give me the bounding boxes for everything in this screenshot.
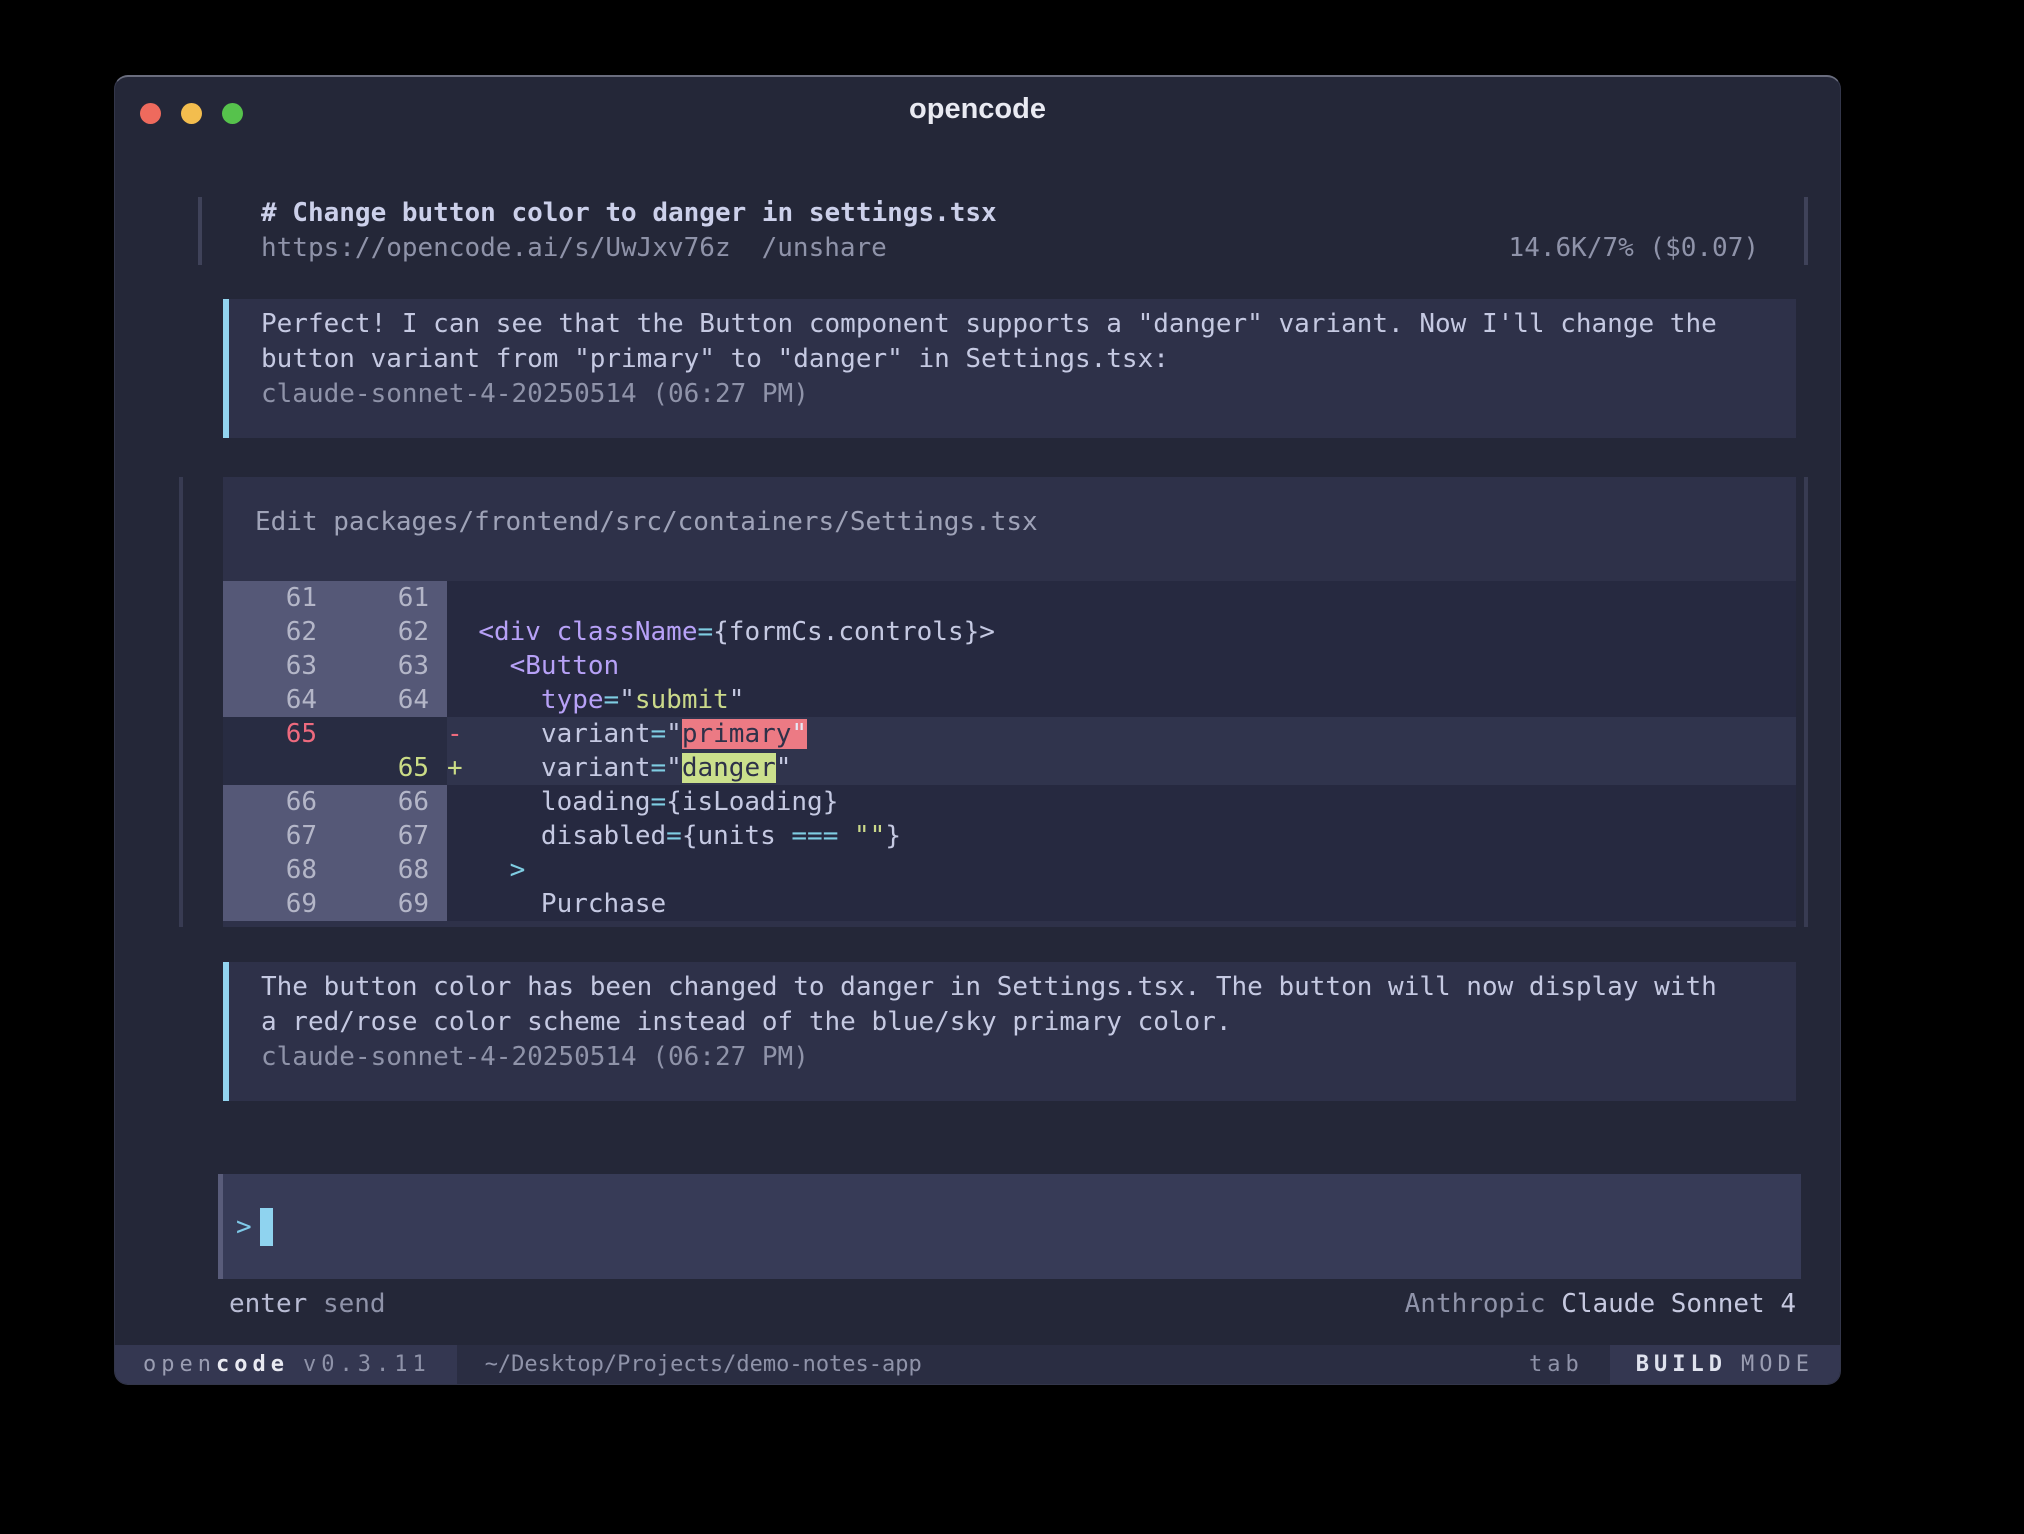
- message-line: The button color has been changed to dan…: [261, 970, 1796, 1005]
- prompt-symbol: >: [236, 1212, 252, 1242]
- diff-rows: 61616262 <div className={formCs.controls…: [223, 581, 1796, 921]
- diff-line-number-old: 66: [223, 785, 335, 819]
- opencode-window: opencode # Change button color to danger…: [114, 75, 1841, 1385]
- edit-file-path: packages/frontend/src/containers/Setting…: [333, 507, 1037, 537]
- mode-primary: BUILD: [1636, 1352, 1727, 1377]
- mode-secondary: MODE: [1741, 1352, 1814, 1377]
- titlebar: opencode: [115, 77, 1840, 133]
- model-info: Anthropic Claude Sonnet 4: [1405, 1287, 1796, 1322]
- app-name-bold: code: [216, 1352, 289, 1377]
- diff-line-number-old: 62: [223, 615, 335, 649]
- diff-line-number-old: 69: [223, 887, 335, 921]
- diff-code-line: [447, 581, 1796, 615]
- window-title: opencode: [115, 93, 1840, 126]
- message-meta: claude-sonnet-4-20250514 (06:27 PM): [261, 1040, 1796, 1075]
- status-bar: opencode v0.3.11 ~/Desktop/Projects/demo-…: [115, 1345, 1840, 1384]
- diff-code-line: - variant="primary": [447, 717, 1796, 751]
- footer-hints: enter send Anthropic Claude Sonnet 4: [229, 1287, 1796, 1322]
- diff-line-number-new: 66: [335, 785, 447, 819]
- diff-code-line: loading={isLoading}: [447, 785, 1796, 819]
- working-directory: ~/Desktop/Projects/demo-notes-app: [485, 1352, 922, 1377]
- diff-line-number-old: [223, 751, 335, 785]
- diff-line-number-old: 68: [223, 853, 335, 887]
- diff-line-number-new: 69: [335, 887, 447, 921]
- header-left-divider: [198, 197, 202, 265]
- token-usage: 14.6K/7% ($0.07): [1509, 231, 1759, 266]
- app-name-normal: open: [143, 1352, 216, 1377]
- diff-code-line: >: [447, 853, 1796, 887]
- assistant-message: The button color has been changed to dan…: [223, 962, 1796, 1101]
- session-title: # Change button color to danger in setti…: [261, 196, 997, 231]
- diff-line-number-new: 65: [335, 751, 447, 785]
- diff-line-number-new: 68: [335, 853, 447, 887]
- diff-line-number-new: 67: [335, 819, 447, 853]
- tab-key-hint[interactable]: tab: [1529, 1352, 1584, 1377]
- edit-block-right-rail: [1804, 477, 1808, 927]
- mode-segment[interactable]: BUILD MODE: [1610, 1345, 1840, 1384]
- diff-row: 6161: [223, 581, 1796, 615]
- app-version-segment: opencode v0.3.11: [115, 1345, 457, 1384]
- prompt-input[interactable]: >: [223, 1174, 1801, 1279]
- diff-row: 65 - variant="primary": [223, 717, 1796, 751]
- text-cursor: [260, 1208, 273, 1246]
- diff-row: 6262 <div className={formCs.controls}>: [223, 615, 1796, 649]
- unshare-command[interactable]: /unshare: [762, 233, 887, 263]
- enter-key-hint: enter: [229, 1289, 307, 1319]
- diff-row: 6868 >: [223, 853, 1796, 887]
- edit-tool-block: Edit packages/frontend/src/containers/Se…: [223, 477, 1796, 927]
- diff-line-number-old: 64: [223, 683, 335, 717]
- edit-action-label: Edit: [255, 507, 333, 537]
- message-line: button variant from "primary" to "danger…: [261, 342, 1796, 377]
- assistant-message: Perfect! I can see that the Button compo…: [223, 299, 1796, 438]
- session-header: # Change button color to danger in setti…: [261, 196, 997, 266]
- send-action-label: send: [323, 1289, 386, 1319]
- diff-line-number-old: 67: [223, 819, 335, 853]
- diff-row: 6767 disabled={units === ""}: [223, 819, 1796, 853]
- app-version: v0.3.11: [303, 1352, 431, 1377]
- edit-block-left-rail: [179, 477, 183, 927]
- header-right-divider: [1804, 197, 1808, 265]
- message-line: a red/rose color scheme instead of the b…: [261, 1005, 1796, 1040]
- diff-code-line: Purchase: [447, 887, 1796, 921]
- diff-line-number-old: 65: [223, 717, 335, 751]
- message-meta: claude-sonnet-4-20250514 (06:27 PM): [261, 377, 1796, 412]
- edit-tool-header: Edit packages/frontend/src/containers/Se…: [223, 477, 1796, 540]
- provider-name: Anthropic: [1405, 1289, 1546, 1319]
- diff-code-line: disabled={units === ""}: [447, 819, 1796, 853]
- diff-code-line: + variant="danger": [447, 751, 1796, 785]
- diff-row: 6666 loading={isLoading}: [223, 785, 1796, 819]
- diff-row: 6464 type="submit": [223, 683, 1796, 717]
- session-share-line: https://opencode.ai/s/UwJxv76z/unshare: [261, 231, 997, 266]
- diff-code-line: <div className={formCs.controls}>: [447, 615, 1796, 649]
- diff-line-number-old: 61: [223, 581, 335, 615]
- diff-line-number-new: 61: [335, 581, 447, 615]
- message-line: Perfect! I can see that the Button compo…: [261, 307, 1796, 342]
- diff-line-number-new: [335, 717, 447, 751]
- diff-row: 65+ variant="danger": [223, 751, 1796, 785]
- diff-line-number-new: 64: [335, 683, 447, 717]
- prompt-line: >: [236, 1208, 273, 1246]
- diff-line-number-old: 63: [223, 649, 335, 683]
- model-name: Claude Sonnet 4: [1561, 1289, 1796, 1319]
- diff-row: 6363 <Button: [223, 649, 1796, 683]
- diff-row: 6969 Purchase: [223, 887, 1796, 921]
- diff-code-line: type="submit": [447, 683, 1796, 717]
- share-url[interactable]: https://opencode.ai/s/UwJxv76z: [261, 233, 731, 263]
- diff-code-line: <Button: [447, 649, 1796, 683]
- diff-line-number-new: 62: [335, 615, 447, 649]
- diff-line-number-new: 63: [335, 649, 447, 683]
